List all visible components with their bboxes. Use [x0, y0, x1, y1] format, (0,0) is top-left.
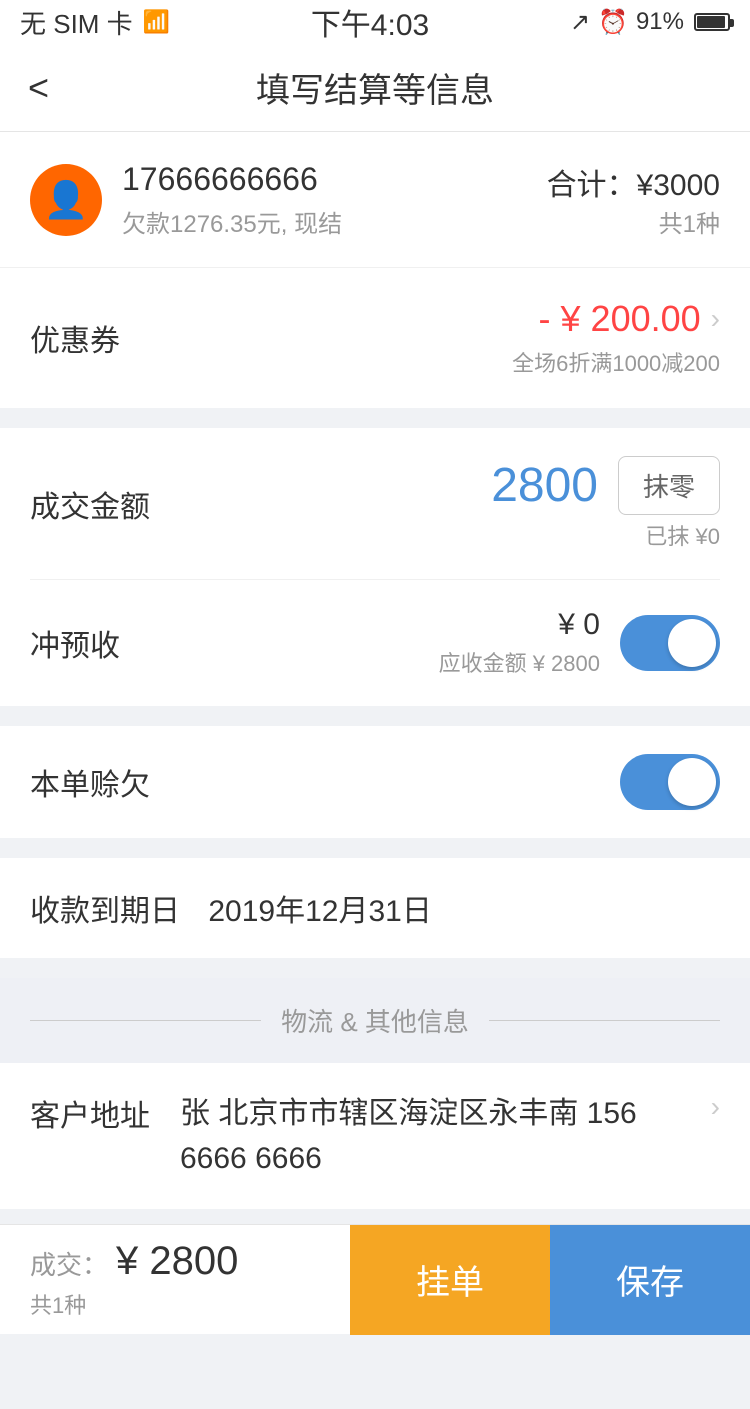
bottom-count: 共1种 — [30, 1288, 320, 1320]
round-button[interactable]: 抹零 — [618, 456, 720, 515]
battery-percent: 91% — [636, 8, 684, 36]
deal-amount-value: 2800 — [491, 458, 598, 513]
prepay-info: ¥ 0 应收金额 ¥ 2800 — [439, 608, 600, 678]
deal-amount-right: 2800 抹零 — [491, 456, 720, 515]
customer-left: 👤 17666666666 欠款1276.35元, 现结 — [30, 161, 342, 239]
prepay-row: 冲预收 ¥ 0 应收金额 ¥ 2800 — [30, 580, 720, 706]
debt-toggle-knob — [668, 758, 716, 806]
save-label: 保存 — [616, 1255, 684, 1304]
deal-amount-row: 成交金额 2800 抹零 已抹 ¥0 — [30, 428, 720, 580]
avatar: 👤 — [30, 164, 102, 236]
logistics-divider: 物流 & 其他信息 — [0, 978, 750, 1063]
due-date-text: 收款到期日 2019年12月31日 — [30, 895, 432, 928]
customer-phone: 17666666666 — [122, 161, 342, 198]
prepay-toggle[interactable] — [620, 615, 720, 671]
deal-amount-label: 成交金额 — [30, 482, 150, 526]
divider-line-right — [489, 1020, 720, 1021]
status-right: ↗ ⏰ 91% — [570, 8, 730, 37]
logistics-label: 物流 & 其他信息 — [281, 1002, 469, 1039]
page-title: 填写结算等信息 — [256, 63, 494, 112]
address-chevron: › — [711, 1091, 720, 1123]
coupon-chevron: › — [711, 303, 720, 335]
coupon-description: 全场6折满1000减200 — [512, 346, 720, 378]
save-button[interactable]: 保存 — [550, 1225, 750, 1335]
pending-label: 挂单 — [416, 1255, 484, 1304]
deal-amount-sub: 已抹 ¥0 — [645, 519, 720, 551]
location-icon: ↗ — [570, 8, 590, 37]
status-left: 无 SIM 卡 📶 — [20, 4, 170, 41]
coupon-row[interactable]: 优惠券 - ¥ 200.00 › 全场6折满1000减200 — [0, 267, 750, 408]
divider-line-left — [30, 1020, 261, 1021]
due-date-section: 收款到期日 2019年12月31日 — [0, 858, 750, 958]
back-button[interactable]: < — [28, 67, 49, 109]
bottom-summary: 成交： ¥ 2800 共1种 — [0, 1239, 350, 1320]
customer-debt: 欠款1276.35元, 现结 — [122, 204, 342, 239]
due-date-label: 收款到期日 — [30, 895, 180, 928]
debt-toggle[interactable] — [620, 754, 720, 810]
coupon-discount: - ¥ 200.00 — [539, 298, 701, 340]
coupon-right: - ¥ 200.00 › 全场6折满1000减200 — [512, 298, 720, 378]
due-date-value: 2019年12月31日 — [208, 895, 431, 928]
address-section[interactable]: 客户地址 张 北京市市辖区海淀区永丰南 156 6666 6666 › — [0, 1063, 750, 1209]
coupon-label: 优惠券 — [30, 316, 120, 360]
debt-section: 本单赊欠 — [0, 726, 750, 838]
bottom-price: ¥ 2800 — [116, 1239, 238, 1284]
battery-icon — [694, 13, 730, 31]
prepay-sub: 应收金额 ¥ 2800 — [439, 646, 600, 678]
pending-button[interactable]: 挂单 — [350, 1225, 550, 1335]
wifi-icon: 📶 — [143, 9, 170, 35]
alarm-icon: ⏰ — [598, 8, 628, 37]
total-count: 共1种 — [547, 204, 720, 239]
status-time: 下午4:03 — [311, 0, 429, 44]
toggle-knob — [668, 619, 716, 667]
bottom-summary-prefix: 成交： — [30, 1245, 108, 1282]
customer-row: 👤 17666666666 欠款1276.35元, 现结 合计：¥3000 共1… — [0, 132, 750, 267]
address-content: 张 北京市市辖区海淀区永丰南 156 6666 6666 — [180, 1091, 701, 1181]
bottom-bar: 成交： ¥ 2800 共1种 挂单 保存 — [0, 1224, 750, 1334]
customer-section: 👤 17666666666 欠款1276.35元, 现结 合计：¥3000 共1… — [0, 132, 750, 408]
nav-bar: < 填写结算等信息 — [0, 44, 750, 132]
total-amount: 合计：¥3000 — [547, 160, 720, 204]
prepay-amount: ¥ 0 — [439, 608, 600, 642]
prepay-label: 冲预收 — [30, 621, 120, 665]
debt-label: 本单赊欠 — [30, 760, 150, 804]
customer-info: 17666666666 欠款1276.35元, 现结 — [122, 161, 342, 239]
avatar-icon: 👤 — [44, 179, 89, 221]
status-bar: 无 SIM 卡 📶 下午4:03 ↗ ⏰ 91% — [0, 0, 750, 44]
customer-right: 合计：¥3000 共1种 — [547, 160, 720, 239]
carrier-label: 无 SIM 卡 — [20, 4, 133, 41]
amount-section: 成交金额 2800 抹零 已抹 ¥0 冲预收 ¥ 0 应收金额 ¥ 2800 — [0, 428, 750, 706]
address-label: 客户地址 — [30, 1091, 160, 1135]
